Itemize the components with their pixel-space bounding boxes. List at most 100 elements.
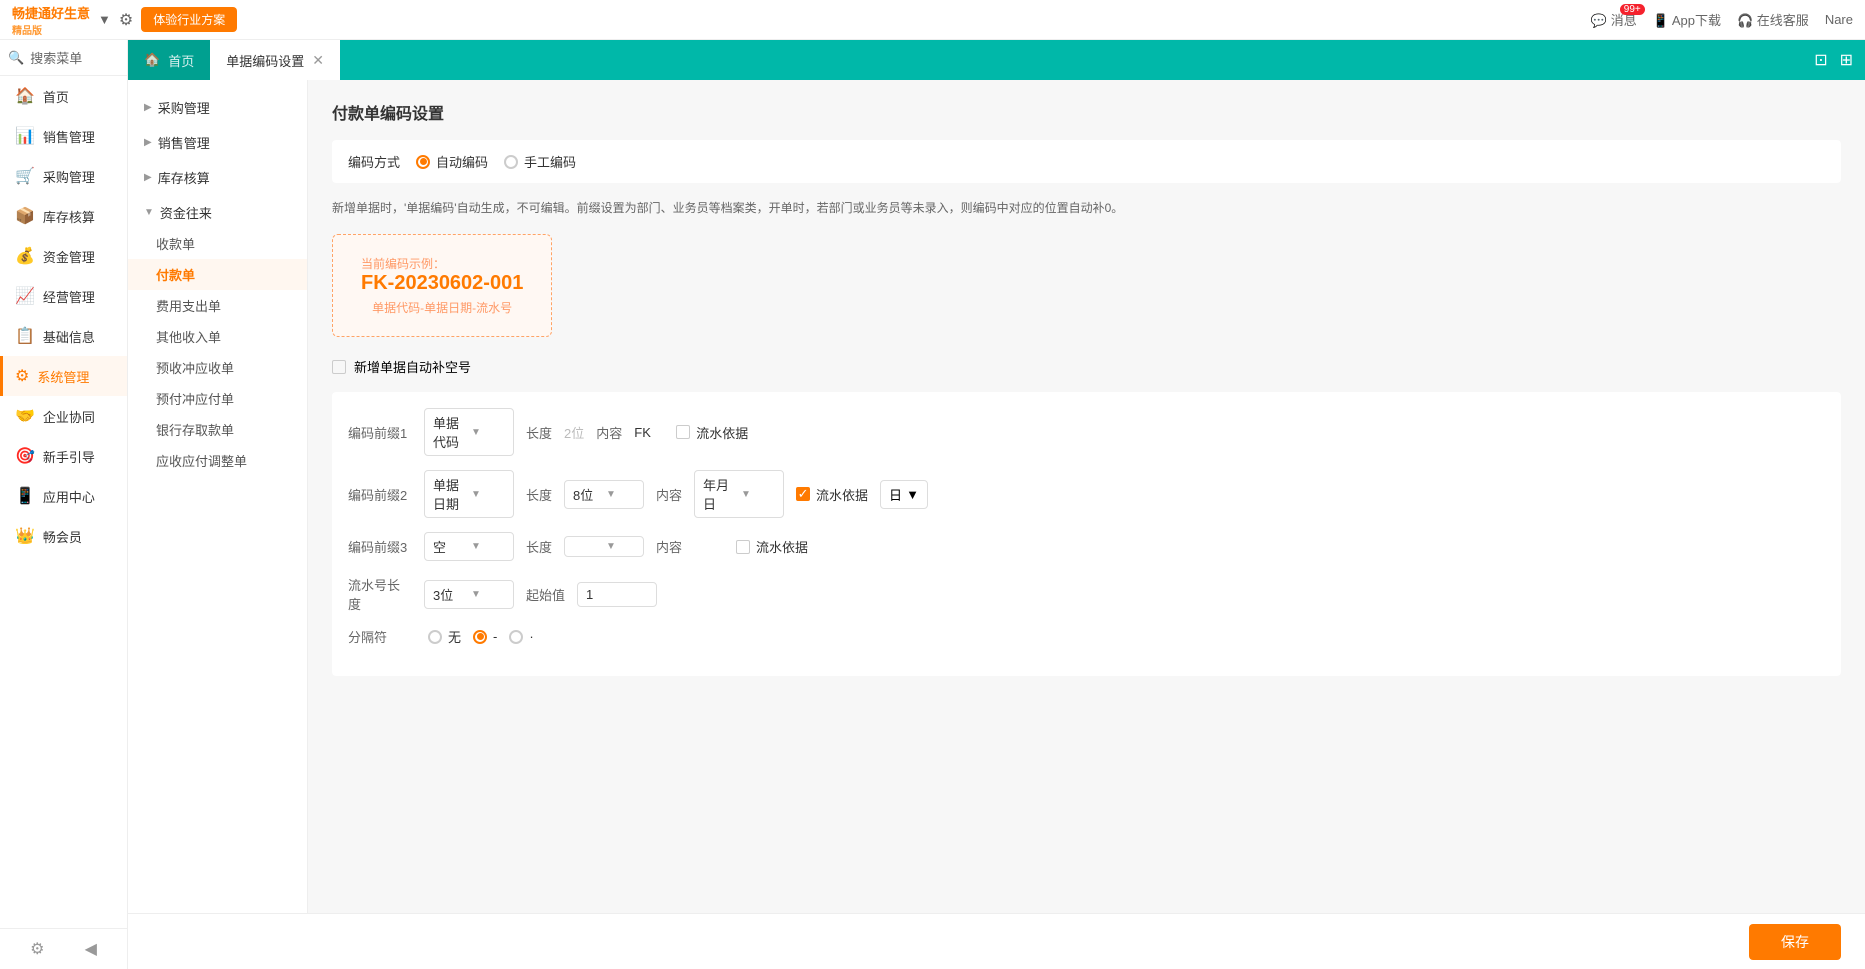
nav-group-purchase: ▶ 采购管理 [128,92,307,123]
config-row-2: 编码前缀2 单据日期 ▼ 长度 8位 ▼ 内容 年月日 [348,470,1825,518]
settings-icon[interactable]: ⚙ [119,10,133,30]
sidebar-item-operations[interactable]: 📈 经营管理 [0,276,127,316]
sidebar-item-member[interactable]: 👑 畅会员 [0,516,127,556]
nav-item-payment[interactable]: 付款单 [128,259,307,290]
content2-select[interactable]: 年月日 ▼ [694,470,784,518]
nav-item-pre-payment[interactable]: 预付冲应付单 [128,383,307,414]
trial-button[interactable]: 体验行业方案 [141,7,237,32]
tab-code-setting[interactable]: 单据编码设置 ✕ [210,40,340,80]
sidebar-item-system[interactable]: ⚙ 系统管理 [0,356,127,396]
content3-label: 内容 [656,537,682,556]
username-area[interactable]: Nare [1825,12,1853,27]
chevron-right-icon-2: ▶ [144,137,152,148]
auto-fill-checkbox[interactable] [332,360,346,374]
encode-radio-group: 自动编码 手工编码 [416,152,576,171]
length1-value: 2位 [564,423,584,442]
sidebar-item-purchase[interactable]: 🛒 采购管理 [0,156,127,196]
length2-select[interactable]: 8位 ▼ [564,480,644,509]
prefix1-select[interactable]: 单据代码 ▼ [424,408,514,456]
nav-group-purchase-title[interactable]: ▶ 采购管理 [128,92,307,123]
service-icon: 🎧 [1737,13,1753,28]
nav-item-receipt[interactable]: 收款单 [128,228,307,259]
serial-row: 流水号长度 3位 ▼ 起始值 1 [348,575,1825,613]
sales-icon: 📊 [15,126,35,146]
main-layout: 🔍 搜索菜单 🏠 首页 📊 销售管理 🛒 采购管理 📦 库存核算 💰 资金管理 … [0,40,1865,969]
tab-minimize-icon[interactable]: ⊡ [1814,50,1827,70]
stream2-checkbox[interactable]: ✓ [796,487,810,501]
sidebar-item-basic[interactable]: 📋 基础信息 [0,316,127,356]
sidebar-item-appcenter[interactable]: 📱 应用中心 [0,476,127,516]
sidebar-bottom: ⚙ ◀ [0,928,127,969]
message-badge: 99+ [1620,4,1645,15]
manual-encode-radio[interactable]: 手工编码 [504,152,576,171]
serial-length-label: 流水号长度 [348,575,412,613]
auto-encode-radio[interactable]: 自动编码 [416,152,488,171]
stream1-checkbox[interactable] [676,425,690,439]
nav-dropdown[interactable]: ▼ [98,12,111,27]
length3-select[interactable]: ▼ [564,536,644,557]
separator-label: 分隔符 [348,627,412,646]
prefix2-select[interactable]: 单据日期 ▼ [424,470,514,518]
length2-label: 长度 [526,485,552,504]
start-value-input[interactable]: 1 [577,582,657,607]
sidebar-settings-icon[interactable]: ⚙ [30,939,44,959]
sidebar-item-finance[interactable]: 💰 资金管理 [0,236,127,276]
nav-group-inventory-title[interactable]: ▶ 库存核算 [128,162,307,193]
stream2-unit-select[interactable]: 日 ▼ [880,480,928,509]
nav-item-bank[interactable]: 银行存取款单 [128,414,307,445]
content-area: 🏠 首页 单据编码设置 ✕ ⊡ ⊞ ▶ 采购管理 [128,40,1865,969]
nav-item-other-income[interactable]: 其他收入单 [128,321,307,352]
nav-item-expense[interactable]: 费用支出单 [128,290,307,321]
page-content: ▶ 采购管理 ▶ 销售管理 ▶ 库存核算 [128,80,1865,913]
message-area[interactable]: 💬 消息 99+ [1591,10,1637,29]
chevron-down-icon-c2: ▼ [741,489,775,500]
sep-dash[interactable]: - [473,629,497,644]
page-title: 付款单编码设置 [332,100,1841,124]
online-service[interactable]: 🎧 在线客服 [1737,10,1809,29]
prefix3-select[interactable]: 空 ▼ [424,532,514,561]
nav-item-pre-receipt[interactable]: 预收冲应收单 [128,352,307,383]
sidebar-collapse-icon[interactable]: ◀ [85,939,97,959]
sidebar-item-guide[interactable]: 🎯 新手引导 [0,436,127,476]
purchase-icon: 🛒 [15,166,35,186]
sidebar-item-sales[interactable]: 📊 销售管理 [0,116,127,156]
sidebar-item-inventory[interactable]: 📦 库存核算 [0,196,127,236]
operations-icon: 📈 [15,286,35,306]
stream3-checkbox[interactable] [736,540,750,554]
sidebar-item-enterprise[interactable]: 🤝 企业协同 [0,396,127,436]
preview-code: FK-20230602-001 [361,272,523,295]
search-icon: 🔍 [8,50,24,66]
search-menu[interactable]: 🔍 搜索菜单 [0,40,127,76]
start-value-label: 起始值 [526,585,565,604]
config-section: 编码前缀1 单据代码 ▼ 长度 2位 内容 FK 流水依据 [332,392,1841,676]
stream3-check[interactable]: 流水依据 [736,537,808,556]
nav-group-sales-title[interactable]: ▶ 销售管理 [128,127,307,158]
tab-home[interactable]: 🏠 首页 [128,40,210,80]
download-icon: 📱 [1653,13,1669,28]
tab-close-icon[interactable]: ✕ [312,52,324,69]
stream1-check[interactable]: 流水依据 [676,423,748,442]
sidebar-item-home[interactable]: 🏠 首页 [0,76,127,116]
chevron-down-icon-sl: ▼ [471,589,505,600]
length1-label: 长度 [526,423,552,442]
save-button[interactable]: 保存 [1749,924,1841,960]
sep-dot[interactable]: · [509,629,533,644]
home-tab-icon: 🏠 [144,52,160,68]
inventory-icon: 📦 [15,206,35,226]
sep-none[interactable]: 无 [428,627,461,646]
code-preview: 当前编码示例： FK-20230602-001 单据代码-单据日期-流水号 [332,234,552,337]
settings-panel: 付款单编码设置 编码方式 自动编码 手工编码 [308,80,1865,913]
separator-options: 无 - · [428,627,534,646]
serial-length-select[interactable]: 3位 ▼ [424,580,514,609]
stream2-check[interactable]: ✓ 流水依据 [796,485,868,504]
app-download[interactable]: 📱 App下载 [1653,10,1721,29]
nav-group-capital-title[interactable]: ▼ 资金往来 [128,197,307,228]
prefix1-label: 编码前缀1 [348,423,412,442]
bottom-bar: 保存 [128,913,1865,969]
nav-item-adjust[interactable]: 应收应付调整单 [128,445,307,476]
finance-icon: 💰 [15,246,35,266]
chevron-down-icon-l3: ▼ [606,541,635,552]
tab-maximize-icon[interactable]: ⊞ [1840,50,1853,70]
appcenter-icon: 📱 [15,486,35,506]
top-bar: 畅捷通好生意 精品版 ▼ ⚙ 体验行业方案 💬 消息 99+ 📱 App下载 🎧… [0,0,1865,40]
